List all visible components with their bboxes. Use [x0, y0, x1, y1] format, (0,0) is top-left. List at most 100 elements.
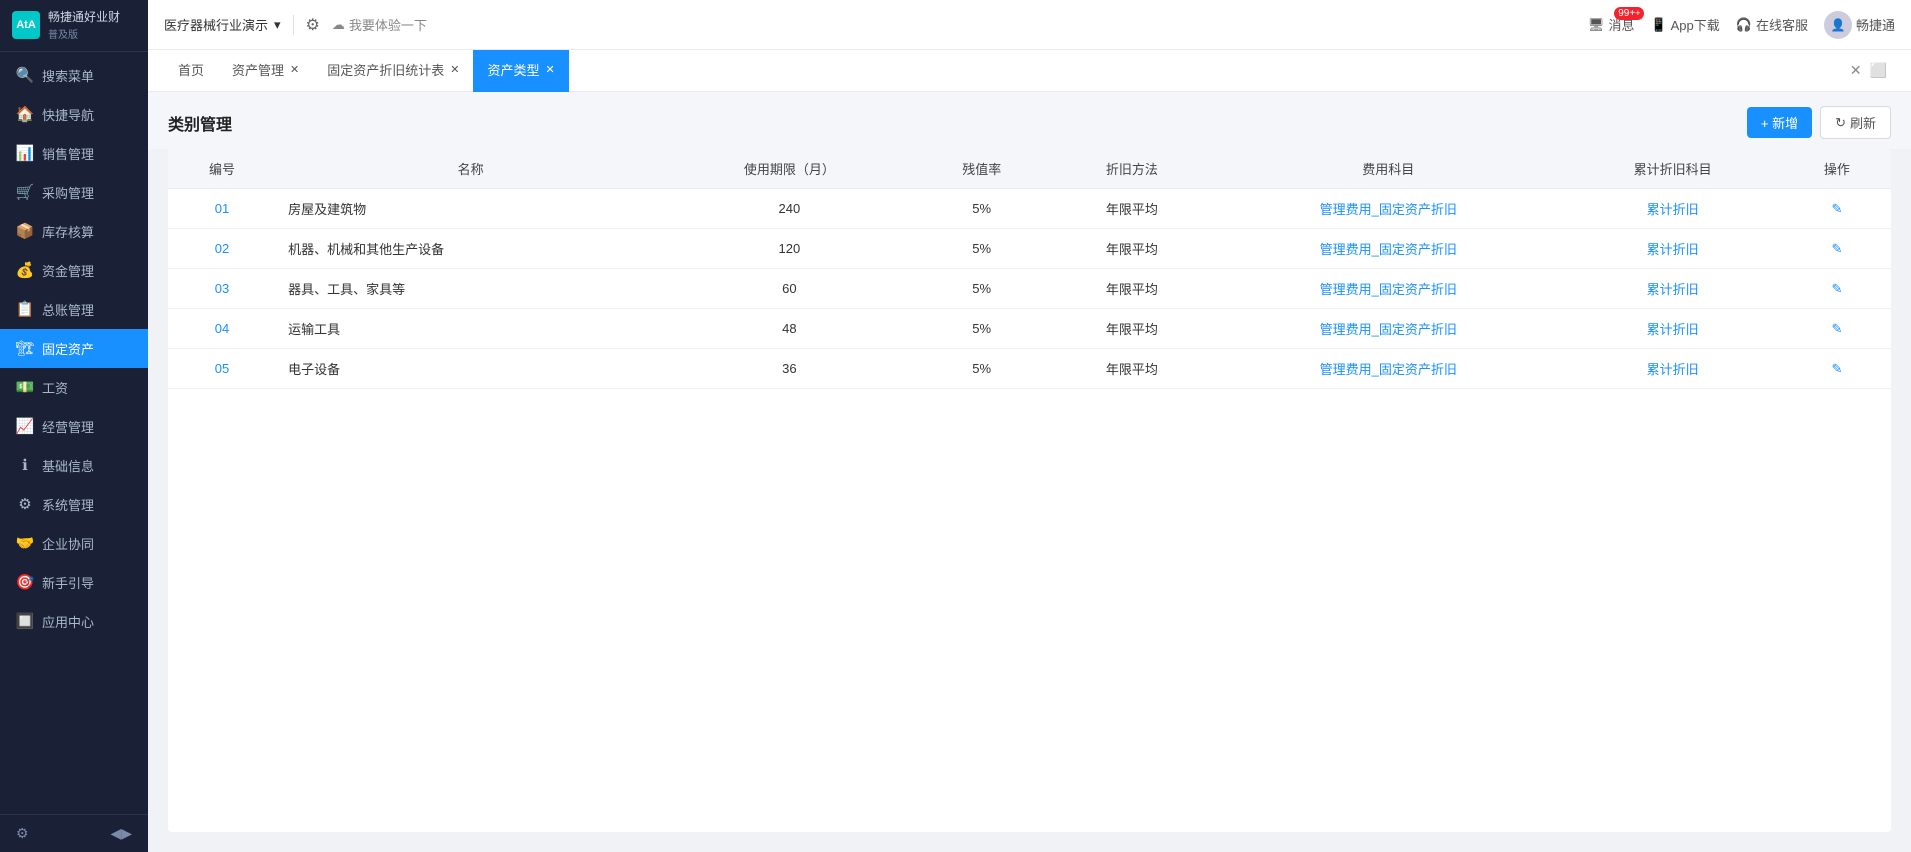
expand-window-icon[interactable]: ⬜: [1870, 62, 1887, 79]
customer-service-button[interactable]: 🎧 在线客服: [1736, 15, 1808, 34]
tab-label: 固定资产折旧统计表: [327, 60, 444, 79]
table-column-header: 累计折旧科目: [1562, 149, 1782, 189]
tab-close-icon[interactable]: ✕: [450, 63, 459, 76]
row-action[interactable]: ✎: [1783, 229, 1891, 269]
row-period: 60: [665, 269, 914, 309]
sidebar-item-label: 经营管理: [42, 417, 94, 436]
row-residual: 5%: [914, 189, 1050, 229]
row-period: 48: [665, 309, 914, 349]
row-accumulated: 累计折旧: [1562, 349, 1782, 389]
collab-icon: 🤝: [16, 534, 34, 552]
tab-资产管理[interactable]: 资产管理 ✕: [218, 50, 313, 92]
refresh-button[interactable]: ↻ 刷新: [1820, 106, 1891, 139]
table-header-row: 编号名称使用期限（月）残值率折旧方法费用科目累计折旧科目操作: [168, 149, 1891, 189]
module-selector[interactable]: 医疗器械行业演示 ▾: [164, 15, 281, 34]
sidebar-item-label: 企业协同: [42, 534, 94, 553]
topbar: 医疗器械行业演示 ▾ ⚙ ☁ 我要体验一下 🖥 消息 99++ 📱 App下载 …: [148, 0, 1911, 50]
content-area: 类别管理 + 新增 ↻ 刷新 编号名称使用期限（月）残值率折旧方法费用科目累计折…: [148, 92, 1911, 852]
sidebar-header: AtA 畅捷通好业财 普及版: [0, 0, 148, 52]
row-expense: 管理费用_固定资产折旧: [1214, 349, 1562, 389]
sidebar-item-label: 库存核算: [42, 222, 94, 241]
table-column-header: 折旧方法: [1050, 149, 1214, 189]
collapse-icon[interactable]: ◀▶: [110, 825, 132, 842]
actions-right: + 新增 ↻ 刷新: [1747, 106, 1891, 139]
row-action[interactable]: ✎: [1783, 309, 1891, 349]
table-container: 编号名称使用期限（月）残值率折旧方法费用科目累计折旧科目操作 01 房屋及建筑物…: [168, 149, 1891, 832]
close-window-icon[interactable]: ✕: [1850, 62, 1862, 79]
table-row: 02 机器、机械和其他生产设备 120 5% 年限平均 管理费用_固定资产折旧 …: [168, 229, 1891, 269]
sidebar-item-label: 应用中心: [42, 612, 94, 631]
table-body: 01 房屋及建筑物 240 5% 年限平均 管理费用_固定资产折旧 累计折旧 ✎…: [168, 189, 1891, 389]
row-method: 年限平均: [1050, 269, 1214, 309]
sidebar-item-fixed[interactable]: 🏗 固定资产: [0, 329, 148, 368]
sidebar-item-capital[interactable]: 💰 资金管理: [0, 251, 148, 290]
sidebar-item-system[interactable]: ⚙ 系统管理: [0, 485, 148, 524]
sidebar-item-guide[interactable]: 🎯 新手引导: [0, 563, 148, 602]
notifications-button[interactable]: 🖥 消息 99++: [1588, 15, 1635, 34]
sidebar-item-label: 快捷导航: [42, 105, 94, 124]
download-icon: 📱: [1650, 17, 1666, 33]
row-accumulated: 累计折旧: [1562, 269, 1782, 309]
app-download-button[interactable]: 📱 App下载: [1650, 15, 1719, 34]
experience-button[interactable]: ☁ 我要体验一下: [332, 15, 427, 34]
category-table: 编号名称使用期限（月）残值率折旧方法费用科目累计折旧科目操作 01 房屋及建筑物…: [168, 149, 1891, 389]
user-name: 畅捷通: [1856, 15, 1895, 34]
sidebar-item-salary[interactable]: 💵 工资: [0, 368, 148, 407]
row-code: 03: [168, 269, 276, 309]
sidebar-item-label: 搜索菜单: [42, 66, 94, 85]
row-residual: 5%: [914, 349, 1050, 389]
avatar: 👤: [1824, 11, 1852, 39]
table-column-header: 编号: [168, 149, 276, 189]
sidebar-item-purchase[interactable]: 🛒 采购管理: [0, 173, 148, 212]
fixed-icon: 🏗: [16, 339, 34, 357]
inventory-icon: 📦: [16, 222, 34, 240]
guide-icon: 🎯: [16, 573, 34, 591]
sidebar-item-apps[interactable]: 🔲 应用中心: [0, 602, 148, 641]
sidebar-item-basic[interactable]: ℹ 基础信息: [0, 446, 148, 485]
user-menu[interactable]: 👤 畅捷通: [1824, 11, 1895, 39]
new-button[interactable]: + 新增: [1747, 107, 1812, 138]
row-residual: 5%: [914, 269, 1050, 309]
sidebar-item-ops[interactable]: 📈 经营管理: [0, 407, 148, 446]
sidebar-item-inventory[interactable]: 📦 库存核算: [0, 212, 148, 251]
row-name: 运输工具: [276, 309, 665, 349]
row-code: 01: [168, 189, 276, 229]
app-version: 普及版: [48, 26, 120, 41]
row-period: 240: [665, 189, 914, 229]
tab-资产类型[interactable]: 资产类型✕: [473, 50, 568, 92]
capital-icon: 💰: [16, 261, 34, 279]
row-expense: 管理费用_固定资产折旧: [1214, 309, 1562, 349]
table-column-header: 操作: [1783, 149, 1891, 189]
sidebar-item-ledger[interactable]: 📋 总账管理: [0, 290, 148, 329]
tab-close-icon[interactable]: ✕: [546, 63, 555, 76]
row-code: 04: [168, 309, 276, 349]
salary-icon: 💵: [16, 378, 34, 396]
sidebar-item-search[interactable]: 🔍 搜索菜单: [0, 56, 148, 95]
tab-首页[interactable]: 首页: [164, 50, 218, 92]
row-action[interactable]: ✎: [1783, 189, 1891, 229]
row-name: 电子设备: [276, 349, 665, 389]
row-period: 120: [665, 229, 914, 269]
module-dropdown-icon: ▾: [274, 17, 281, 33]
topbar-divider: [293, 15, 294, 35]
sidebar-item-quicknav[interactable]: 🏠 快捷导航: [0, 95, 148, 134]
row-method: 年限平均: [1050, 309, 1214, 349]
row-code: 02: [168, 229, 276, 269]
table-column-header: 使用期限（月）: [665, 149, 914, 189]
sidebar-item-label: 资金管理: [42, 261, 94, 280]
row-action[interactable]: ✎: [1783, 269, 1891, 309]
app-name: 畅捷通好业财: [48, 10, 120, 26]
settings-icon[interactable]: ⚙: [16, 825, 29, 842]
customer-service-label: 在线客服: [1756, 15, 1808, 34]
sidebar-item-sales[interactable]: 📊 销售管理: [0, 134, 148, 173]
row-expense: 管理费用_固定资产折旧: [1214, 269, 1562, 309]
tab-close-icon[interactable]: ✕: [290, 63, 299, 76]
row-code: 05: [168, 349, 276, 389]
tab-label: 资产管理: [232, 60, 284, 79]
sidebar-item-collab[interactable]: 🤝 企业协同: [0, 524, 148, 563]
tab-固定资产折旧统计表[interactable]: 固定资产折旧统计表 ✕: [313, 50, 473, 92]
topbar-settings-icon[interactable]: ⚙: [306, 15, 320, 35]
row-action[interactable]: ✎: [1783, 349, 1891, 389]
sidebar-item-label: 总账管理: [42, 300, 94, 319]
row-accumulated: 累计折旧: [1562, 309, 1782, 349]
